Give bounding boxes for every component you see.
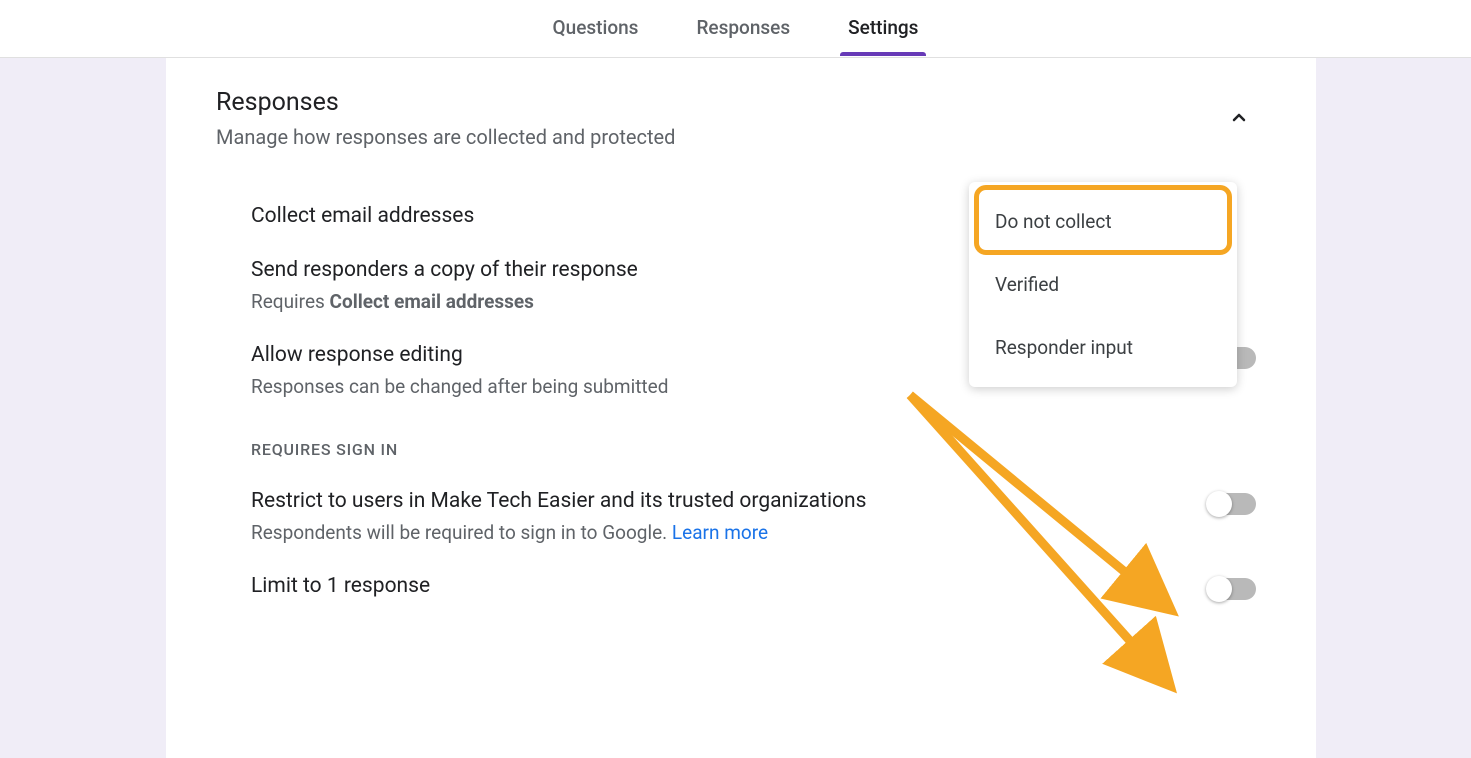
dropdown-option-do-not-collect[interactable]: Do not collect: [969, 190, 1237, 253]
setting-limit-response: Limit to 1 response: [251, 574, 1256, 600]
setting-send-copy-desc: Requires Collect email addresses: [251, 290, 638, 313]
setting-collect-email-title: Collect email addresses: [251, 204, 474, 228]
section-title: Responses: [216, 88, 675, 117]
dropdown-option-responder-input[interactable]: Responder input: [969, 316, 1237, 379]
learn-more-link[interactable]: Learn more: [672, 521, 768, 544]
dropdown-option-verified[interactable]: Verified: [969, 253, 1237, 316]
section-header-responses[interactable]: Responses Manage how responses are colle…: [216, 88, 1256, 149]
toggle-limit-response[interactable]: [1208, 578, 1256, 600]
tab-settings[interactable]: Settings: [840, 2, 926, 55]
setting-allow-editing-title: Allow response editing: [251, 343, 668, 367]
tab-questions[interactable]: Questions: [545, 2, 647, 55]
chevron-up-icon[interactable]: [1227, 106, 1251, 134]
setting-restrict-desc: Respondents will be required to sign in …: [251, 521, 866, 544]
send-copy-desc-prefix: Requires: [251, 290, 330, 313]
collect-email-dropdown[interactable]: Do not collect Verified Responder input: [969, 182, 1237, 387]
setting-allow-editing-desc: Responses can be changed after being sub…: [251, 375, 668, 398]
section-subtitle: Manage how responses are collected and p…: [216, 125, 675, 149]
settings-card: Responses Manage how responses are colle…: [166, 58, 1316, 758]
setting-limit-title: Limit to 1 response: [251, 574, 430, 598]
setting-send-copy-title: Send responders a copy of their response: [251, 258, 638, 282]
section-label-signin: REQUIRES SIGN IN: [251, 440, 1256, 459]
tab-bar: Questions Responses Settings: [0, 0, 1471, 58]
tab-responses[interactable]: Responses: [688, 2, 798, 55]
setting-restrict-title: Restrict to users in Make Tech Easier an…: [251, 489, 866, 513]
setting-restrict-users: Restrict to users in Make Tech Easier an…: [251, 489, 1256, 544]
toggle-restrict-users[interactable]: [1208, 493, 1256, 515]
toggle-knob: [1206, 576, 1232, 602]
restrict-desc-prefix: Respondents will be required to sign in …: [251, 521, 672, 544]
toggle-knob: [1206, 491, 1232, 517]
send-copy-desc-bold: Collect email addresses: [330, 290, 534, 313]
